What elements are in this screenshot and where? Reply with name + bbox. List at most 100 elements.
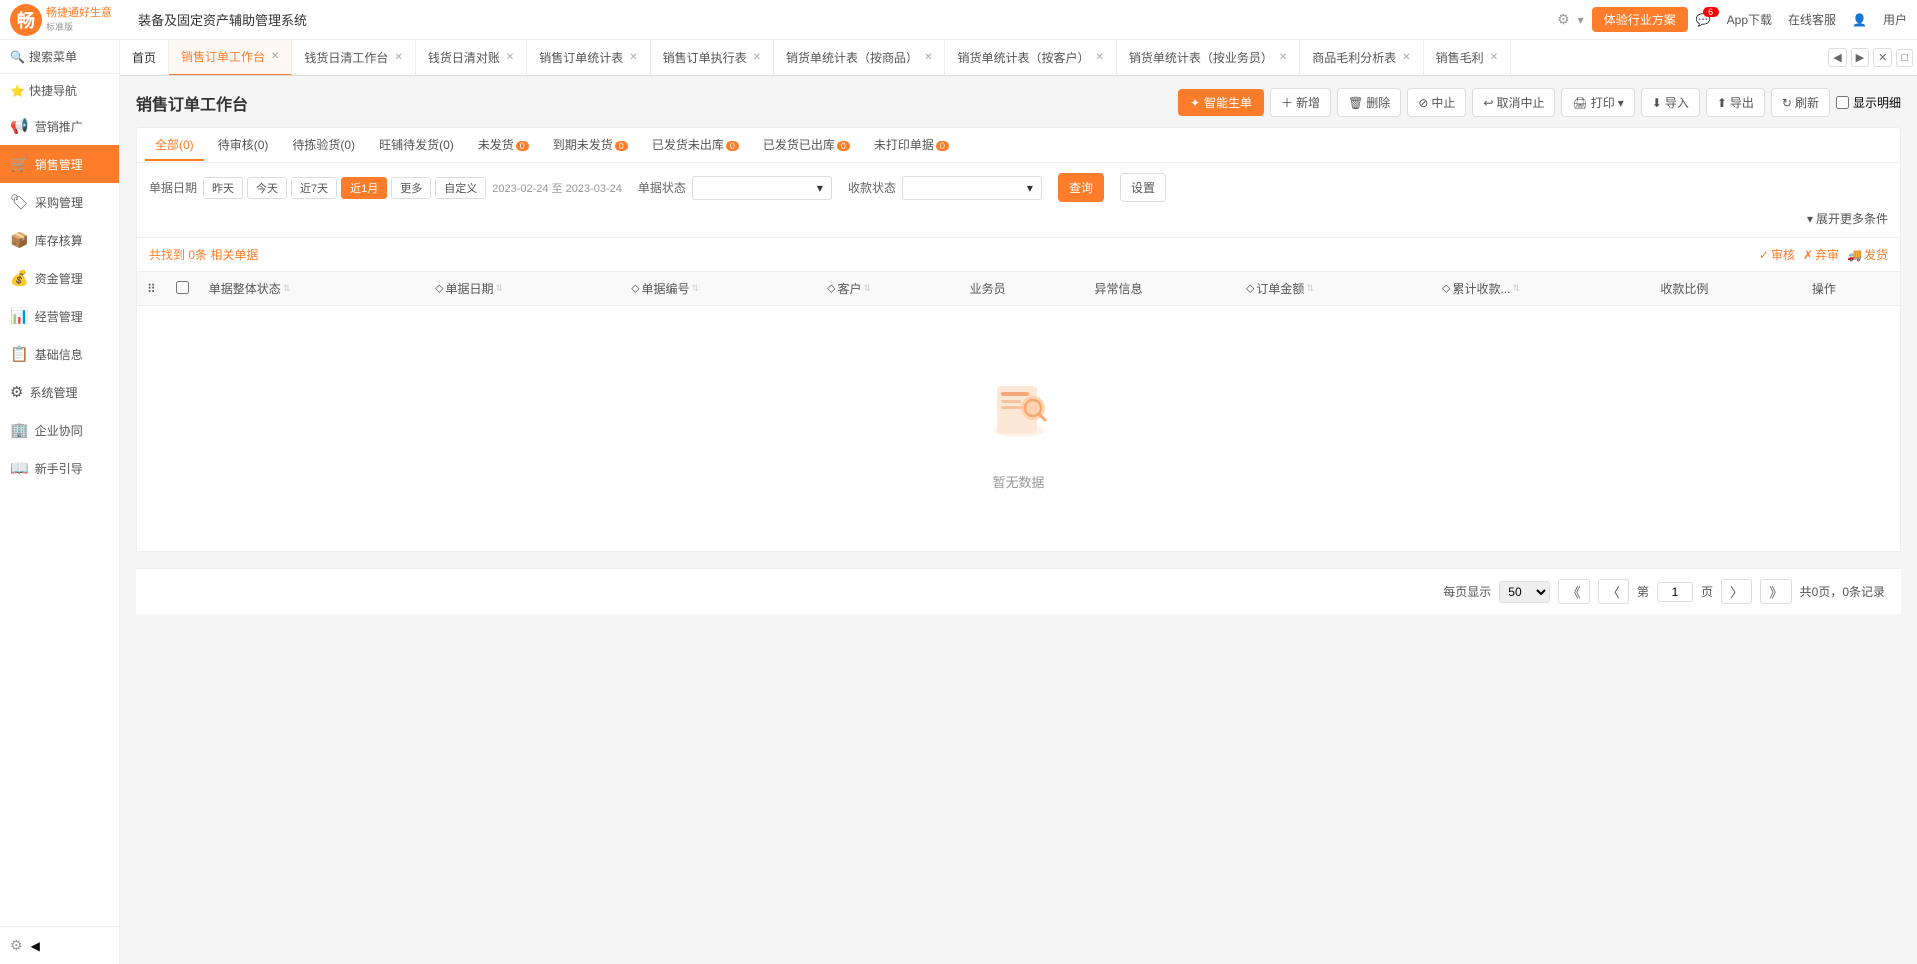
sidebar-item-finance[interactable]: 💰资金管理 xyxy=(0,259,119,297)
sidebar-icon-inventory: 📦 xyxy=(10,231,29,249)
tab-close-cash-daily-work[interactable]: ✕ xyxy=(394,52,402,63)
expand-filter-btn[interactable]: ▾ 展开更多条件 xyxy=(1807,210,1888,227)
sub-tab-shipped-stored[interactable]: 已发货已出库0 xyxy=(753,130,860,161)
tab-product-margin[interactable]: 商品毛利分析表✕ xyxy=(1300,40,1423,76)
tab-cash-daily-work[interactable]: 钱货日清工作台✕ xyxy=(292,40,415,76)
sidebar-item-purchase[interactable]: 🏷采购管理 xyxy=(0,183,119,221)
tab-close-cash-goods-reconcile[interactable]: ✕ xyxy=(506,52,514,63)
page-size-select[interactable]: 50 10 20 100 xyxy=(1499,581,1550,603)
stop-btn[interactable]: ⊘ 中止 xyxy=(1407,88,1466,117)
tab-sales-order-exec[interactable]: 销售订单执行表✕ xyxy=(651,40,774,76)
sub-tab-pending-audit[interactable]: 待审核(0) xyxy=(208,130,279,161)
tab-sales-order-stats[interactable]: 销售订单统计表✕ xyxy=(527,40,650,76)
industry-btn[interactable]: 体验行业方案 xyxy=(1592,7,1688,32)
cancel-audit-action-btn[interactable]: ✗ 弃审 xyxy=(1803,246,1839,263)
tab-close-sales-order-stats[interactable]: ✕ xyxy=(629,52,637,63)
sidebar-settings-icon[interactable]: ⚙ xyxy=(10,937,23,954)
sort-indicator4: ⬦ xyxy=(1246,281,1254,296)
sidebar-item-marketing[interactable]: 📢营销推广 xyxy=(0,107,119,145)
date-option-yesterday[interactable]: 昨天 xyxy=(203,177,243,199)
sub-tab-not-printed[interactable]: 未打印单据0 xyxy=(864,130,959,161)
date-option-today[interactable]: 今天 xyxy=(247,177,287,199)
tab-sales-profit[interactable]: 销售毛利✕ xyxy=(1424,40,1511,76)
app-download-link[interactable]: App下载 xyxy=(1727,11,1772,28)
date-option-7days[interactable]: 近7天 xyxy=(291,177,337,199)
sidebar-search[interactable]: 🔍 搜索菜单 xyxy=(0,40,119,74)
first-page-btn[interactable]: 《 xyxy=(1558,579,1589,604)
next-page-btn[interactable]: 〉 xyxy=(1721,579,1752,604)
page-header: 销售订单工作台 ✦ 智能生单 ＋ 新增 🗑 删除 ⊘ xyxy=(136,88,1901,117)
dropdown-icon[interactable]: ▾ xyxy=(1578,13,1584,27)
tab-sales-stats-product[interactable]: 销货单统计表（按商品）✕ xyxy=(774,40,945,76)
sub-tab-pending-inspect[interactable]: 待拣验货(0) xyxy=(282,130,365,161)
refresh-btn[interactable]: ↻ 刷新 xyxy=(1771,88,1830,117)
date-option-custom[interactable]: 自定义 xyxy=(435,177,486,199)
sidebar-item-guide[interactable]: 📖新手引导 xyxy=(0,449,119,487)
add-btn[interactable]: ＋ 新增 xyxy=(1270,88,1331,117)
tab-sales-order-workspace[interactable]: 销售订单工作台✕ xyxy=(169,40,292,76)
sidebar-quick-nav[interactable]: ⭐ 快捷导航 xyxy=(0,74,119,107)
date-option-1month[interactable]: 近1月 xyxy=(341,177,387,199)
refresh-icon: ↻ xyxy=(1782,96,1792,110)
sub-tab-not-shipped[interactable]: 未发货0 xyxy=(468,130,539,161)
message-area[interactable]: 💬 6 xyxy=(1696,13,1711,27)
sidebar-collapse-icon[interactable]: ◀ xyxy=(31,939,40,953)
select-all-checkbox[interactable] xyxy=(176,281,189,294)
sidebar-icon-system: ⚙ xyxy=(10,383,23,401)
online-service-link[interactable]: 在线客服 xyxy=(1788,11,1836,28)
tab-home[interactable]: 首页 xyxy=(120,40,169,76)
show-detail-toggle[interactable]: 显示明细 xyxy=(1836,94,1901,111)
audit-action-btn[interactable]: ✓ 审核 xyxy=(1759,246,1795,263)
sub-tab-all[interactable]: 全部(0) xyxy=(145,130,204,161)
tab-sales-stats-customer[interactable]: 销货单统计表（按客户）✕ xyxy=(945,40,1116,76)
tab-cash-goods-reconcile[interactable]: 钱货日清对账✕ xyxy=(416,40,527,76)
tab-close-sales-order-exec[interactable]: ✕ xyxy=(753,52,761,63)
last-page-btn[interactable]: 》 xyxy=(1760,579,1791,604)
payment-select[interactable]: ▾ xyxy=(902,176,1042,200)
query-btn[interactable]: 查询 xyxy=(1058,173,1104,202)
sub-tab-wangpu-pending[interactable]: 旺铺待发货(0) xyxy=(369,130,464,161)
page-input[interactable] xyxy=(1657,582,1693,602)
tab-sales-stats-staff[interactable]: 销货单统计表（按业务员）✕ xyxy=(1117,40,1300,76)
ship-action-btn[interactable]: 🚚 发货 xyxy=(1847,246,1888,263)
sort-icon-date[interactable]: ⇅ xyxy=(496,283,504,294)
sub-tab-shipped-not-stored[interactable]: 已发货未出库0 xyxy=(642,130,749,161)
sidebar-item-sales[interactable]: 🛒销售管理 xyxy=(0,145,119,183)
print-btn[interactable]: 🖨 打印 ▾ xyxy=(1561,88,1634,117)
sort-icon-collected[interactable]: ⇅ xyxy=(1512,283,1520,294)
tabs-scroll-left[interactable]: ◀ xyxy=(1828,48,1846,67)
status-select[interactable]: ▾ xyxy=(692,176,832,200)
sidebar-item-inventory[interactable]: 📦库存核算 xyxy=(0,221,119,259)
ai-btn[interactable]: ✦ 智能生单 xyxy=(1178,89,1264,116)
prev-page-btn[interactable]: 〈 xyxy=(1598,579,1629,604)
sidebar-item-enterprise[interactable]: 🏢企业协同 xyxy=(0,411,119,449)
scrollbar-area[interactable] xyxy=(136,552,1901,564)
sidebar-item-base[interactable]: 📋基础信息 xyxy=(0,335,119,373)
delete-btn[interactable]: 🗑 删除 xyxy=(1337,88,1401,117)
import-btn[interactable]: ⬇ 导入 xyxy=(1641,88,1700,117)
tabs-scroll-right[interactable]: ▶ xyxy=(1851,48,1869,67)
sidebar-item-system[interactable]: ⚙系统管理 xyxy=(0,373,119,411)
date-option-more[interactable]: 更多 xyxy=(391,177,431,199)
sort-icon-customer[interactable]: ⇅ xyxy=(864,283,872,294)
empty-text: 暂无数据 xyxy=(992,472,1044,491)
tab-close-sales-stats-staff[interactable]: ✕ xyxy=(1279,52,1287,63)
tab-close-sales-profit[interactable]: ✕ xyxy=(1490,52,1498,63)
settings-icon[interactable]: ⚙ xyxy=(1557,11,1570,28)
tab-close-sales-stats-customer[interactable]: ✕ xyxy=(1095,52,1103,63)
tab-close-product-margin[interactable]: ✕ xyxy=(1402,52,1410,63)
sort-icon-status[interactable]: ⇅ xyxy=(283,283,291,294)
sub-tab-expired-not-shipped[interactable]: 到期未发货0 xyxy=(543,130,638,161)
show-detail-checkbox[interactable] xyxy=(1836,96,1849,109)
settings-btn[interactable]: 设置 xyxy=(1120,173,1166,202)
print-dropdown-icon[interactable]: ▾ xyxy=(1618,96,1624,110)
sort-icon-amount[interactable]: ⇅ xyxy=(1306,283,1314,294)
export-btn[interactable]: ⬆ 导出 xyxy=(1706,88,1765,117)
sidebar-item-operations[interactable]: 📊经营管理 xyxy=(0,297,119,335)
tabs-maximize[interactable]: □ xyxy=(1896,49,1913,67)
tab-close-sales-stats-product[interactable]: ✕ xyxy=(924,52,932,63)
cancel-stop-btn[interactable]: ↩ 取消中止 xyxy=(1472,88,1555,117)
tabs-close-current[interactable]: ✕ xyxy=(1873,48,1892,67)
sort-icon-number[interactable]: ⇅ xyxy=(692,283,700,294)
tab-close-sales-order-workspace[interactable]: ✕ xyxy=(271,51,279,62)
